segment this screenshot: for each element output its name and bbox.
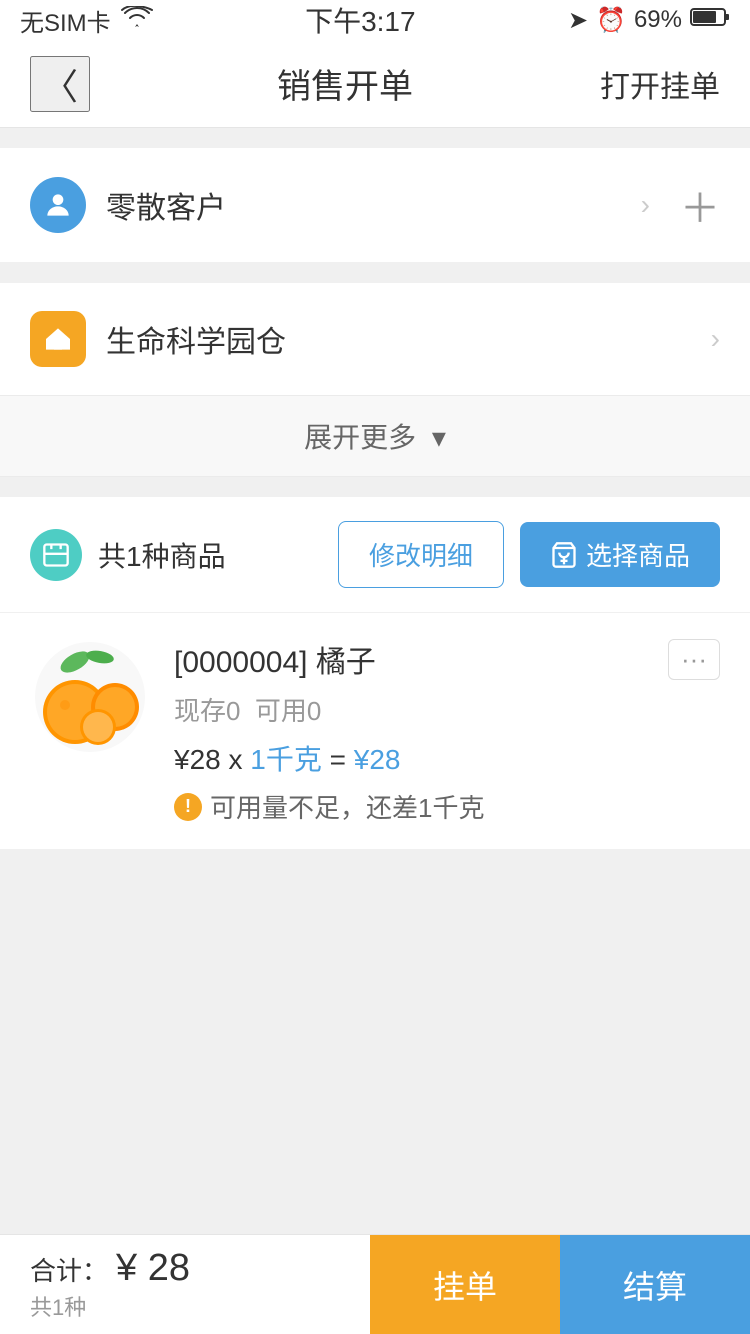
carrier-text: 无SIM卡 [20, 3, 111, 38]
cart-icon [550, 541, 578, 569]
back-button[interactable]: 〈 [30, 56, 90, 112]
product-warning: ! 可用量不足，还差1千克 [174, 788, 720, 825]
product-stock: 现存0 可用0 [174, 691, 720, 728]
warehouse-icon [30, 311, 86, 367]
warehouse-name: 生命科学园仓 [106, 317, 711, 361]
select-product-label: 选择商品 [586, 536, 690, 573]
modify-detail-button[interactable]: 修改明细 [338, 521, 504, 588]
warning-icon: ! [174, 793, 202, 821]
warehouse-row[interactable]: 生命科学园仓 › [0, 283, 750, 395]
products-header: 共1种商品 修改明细 选择商品 [0, 497, 750, 613]
status-left: 无SIM卡 [20, 3, 153, 38]
hold-button[interactable]: 挂单 [370, 1235, 560, 1334]
product-more-button[interactable]: ··· [668, 639, 720, 680]
product-image [30, 637, 150, 757]
checkout-button[interactable]: 结算 [560, 1235, 750, 1334]
warehouse-arrow-icon: › [711, 323, 720, 355]
product-name: [0000004] 橘子 [174, 637, 376, 681]
customer-arrow-icon: › [641, 189, 650, 221]
products-icon [30, 529, 82, 581]
alarm-icon: ⏰ [596, 6, 626, 35]
section-divider-2 [0, 477, 750, 497]
total-section: 合计： ¥ 28 共1种 [0, 1247, 370, 1322]
wifi-icon [121, 6, 153, 35]
customer-section: 零散客户 › ＋ [0, 148, 750, 263]
customer-name: 零散客户 [106, 183, 641, 227]
product-item: [0000004] 橘子 ··· 现存0 可用0 ¥28 x 1千克 = ¥28… [0, 613, 750, 850]
location-icon: ➤ [568, 6, 588, 35]
add-customer-button[interactable]: ＋ [680, 176, 720, 234]
warning-text: 可用量不足，还差1千克 [210, 788, 484, 825]
expand-more-label: 展开更多 [304, 422, 416, 453]
battery-icon [690, 6, 730, 35]
products-count: 共1种商品 [98, 535, 338, 575]
open-hold-button[interactable]: 打开挂单 [600, 62, 720, 106]
select-product-button[interactable]: 选择商品 [520, 522, 720, 587]
section-divider-1 [0, 263, 750, 283]
status-right: ➤ ⏰ 69% [568, 6, 730, 35]
bottom-bar: 合计： ¥ 28 共1种 挂单 结算 [0, 1234, 750, 1334]
customer-icon [30, 177, 86, 233]
expand-arrow-icon: ▾ [432, 422, 446, 453]
top-divider [0, 128, 750, 148]
customer-row[interactable]: 零散客户 › ＋ [0, 148, 750, 263]
total-count: 共1种 [30, 1290, 340, 1322]
expand-more-button[interactable]: 展开更多 ▾ [0, 395, 750, 477]
status-time: 下午3:17 [305, 0, 416, 40]
total-label-text: 合计： [30, 1251, 108, 1288]
warehouse-section: 生命科学园仓 › [0, 283, 750, 395]
nav-bar: 〈 销售开单 打开挂单 [0, 40, 750, 128]
battery-text: 69% [634, 6, 682, 34]
product-price: ¥28 x 1千克 = ¥28 [174, 738, 720, 778]
total-amount: ¥ 28 [116, 1247, 190, 1290]
page-title: 销售开单 [277, 59, 413, 108]
product-info: [0000004] 橘子 ··· 现存0 可用0 ¥28 x 1千克 = ¥28… [174, 637, 720, 825]
status-bar: 无SIM卡 下午3:17 ➤ ⏰ 69% [0, 0, 750, 40]
